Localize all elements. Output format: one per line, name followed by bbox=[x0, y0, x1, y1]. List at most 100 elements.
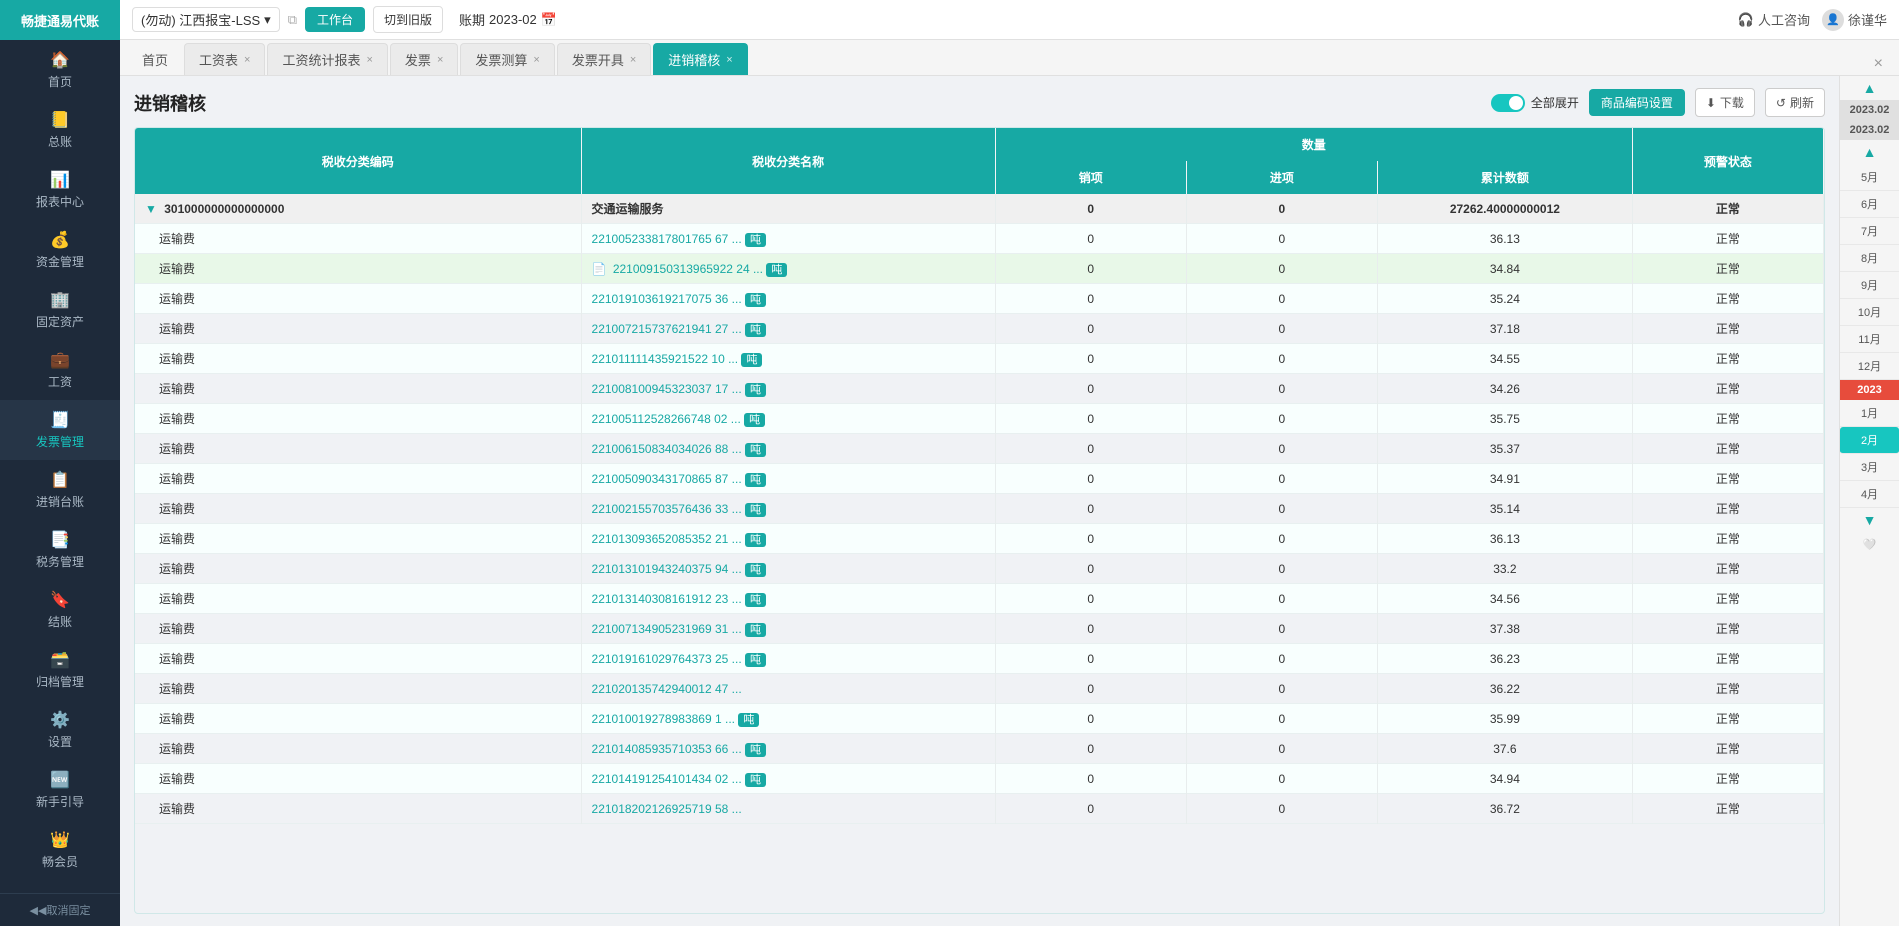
month-10[interactable]: 10月 bbox=[1840, 299, 1899, 326]
month-3[interactable]: 3月 bbox=[1840, 454, 1899, 481]
month-11[interactable]: 11月 bbox=[1840, 326, 1899, 353]
scroll-down-button[interactable]: ▼ bbox=[1840, 508, 1899, 532]
tab-invoice[interactable]: 发票 × bbox=[390, 43, 458, 75]
tab-invoice-open-close[interactable]: × bbox=[630, 54, 636, 66]
tab-salary-table-close[interactable]: × bbox=[244, 54, 250, 66]
tab-invoice-calc[interactable]: 发票测算 × bbox=[460, 43, 554, 75]
sidebar-item-home[interactable]: 🏠 首页 bbox=[0, 40, 120, 100]
copy-icon[interactable]: ⧉ bbox=[288, 12, 297, 28]
sidebar-item-capital[interactable]: 💰 资金管理 bbox=[0, 220, 120, 280]
month-1[interactable]: 1月 bbox=[1840, 400, 1899, 427]
tab-salary-report-close[interactable]: × bbox=[366, 54, 372, 66]
item-invoice-cell: 221019161029764373 25 ... 吨 bbox=[581, 644, 995, 674]
sidebar-item-salary[interactable]: 💼 工资 bbox=[0, 340, 120, 400]
tab-salary-report[interactable]: 工资统计报表 × bbox=[267, 43, 387, 75]
item-code-cell: 运输费 bbox=[135, 224, 581, 254]
calendar-icon[interactable]: 📅 bbox=[541, 12, 557, 28]
sidebar-item-member[interactable]: 👑 畅会员 bbox=[0, 820, 120, 880]
sidebar-item-archive[interactable]: 🗃️ 归档管理 bbox=[0, 640, 120, 700]
sidebar-item-invoice[interactable]: 🧾 发票管理 bbox=[0, 400, 120, 460]
sidebar-pin[interactable]: ◀◀ 取消固定 bbox=[0, 893, 120, 926]
sidebar-item-settings[interactable]: ⚙️ 设置 bbox=[0, 700, 120, 760]
item-total: 36.13 bbox=[1377, 224, 1632, 254]
unit-tag: 吨 bbox=[745, 293, 766, 307]
tab-reconcile-close[interactable]: × bbox=[726, 54, 732, 66]
refresh-button[interactable]: ↺ 刷新 bbox=[1765, 88, 1825, 117]
item-invoice-cell: 221002155703576436 33 ... 吨 bbox=[581, 494, 995, 524]
unit-tag: 吨 bbox=[745, 743, 766, 757]
table-row: 运输费 221019161029764373 25 ... 吨 0 0 36.2… bbox=[135, 644, 1824, 674]
tab-home[interactable]: 首页 bbox=[128, 44, 182, 75]
workbench-button[interactable]: 工作台 bbox=[305, 7, 365, 32]
year-2023-label[interactable]: 2023.02 bbox=[1840, 120, 1899, 140]
tab-invoice-close[interactable]: × bbox=[437, 54, 443, 66]
pin-text: 取消固定 bbox=[46, 902, 90, 918]
download-button[interactable]: ⬇ 下载 bbox=[1695, 88, 1755, 117]
sidebar-item-sales[interactable]: 📋 进销台账 bbox=[0, 460, 120, 520]
expand-toggle[interactable]: 全部展开 bbox=[1491, 94, 1579, 112]
scroll-up2-button[interactable]: ▲ bbox=[1840, 140, 1899, 164]
main-container: (勿动) 江西报宝-LSS ▾ ⧉ 工作台 切到旧版 账期 2023-02 📅 … bbox=[120, 0, 1899, 926]
unit-tag: 吨 bbox=[745, 323, 766, 337]
year-2023-section[interactable]: 2023 bbox=[1840, 380, 1899, 400]
period-value: 2023-02 bbox=[489, 12, 537, 27]
unit-tag: 吨 bbox=[738, 713, 759, 727]
month-7[interactable]: 7月 bbox=[1840, 218, 1899, 245]
item-total: 35.99 bbox=[1377, 704, 1632, 734]
month-12[interactable]: 12月 bbox=[1840, 353, 1899, 380]
download-icon: ⬇ bbox=[1706, 96, 1716, 110]
page-title: 进销稽核 bbox=[134, 90, 206, 116]
tab-invoice-open[interactable]: 发票开具 × bbox=[557, 43, 651, 75]
invoice-number: 221010019278983869 1 ... bbox=[592, 712, 735, 726]
toggle-label: 全部展开 bbox=[1531, 94, 1579, 111]
tab-salary-table-label: 工资表 bbox=[199, 50, 238, 69]
switch-version-button[interactable]: 切到旧版 bbox=[373, 6, 443, 33]
item-status: 正常 bbox=[1632, 434, 1823, 464]
sidebar-item-guide[interactable]: 🆕 新手引导 bbox=[0, 760, 120, 820]
toggle-track[interactable] bbox=[1491, 94, 1525, 112]
item-sales: 0 bbox=[995, 614, 1186, 644]
period-display: 账期 2023-02 📅 bbox=[459, 10, 557, 29]
item-invoice-cell: 221014191254101434 02 ... 吨 bbox=[581, 764, 995, 794]
help-button[interactable]: 🎧 人工咨询 bbox=[1738, 10, 1810, 29]
item-code-cell: 运输费 bbox=[135, 434, 581, 464]
settle-icon: 🔖 bbox=[50, 590, 70, 610]
period-label: 账期 bbox=[459, 10, 485, 29]
goods-code-button[interactable]: 商品编码设置 bbox=[1589, 89, 1685, 116]
item-code: 运输费 bbox=[159, 292, 195, 306]
sidebar-item-ledger[interactable]: 📒 总账 bbox=[0, 100, 120, 160]
sidebar-item-report[interactable]: 📊 报表中心 bbox=[0, 160, 120, 220]
month-9[interactable]: 9月 bbox=[1840, 272, 1899, 299]
year-2023-prev[interactable]: 2023.02 bbox=[1840, 100, 1899, 120]
company-selector[interactable]: (勿动) 江西报宝-LSS ▾ bbox=[132, 7, 280, 32]
invoice-number: 221002155703576436 33 ... bbox=[592, 502, 742, 516]
tab-reconcile[interactable]: 进销稽核 × bbox=[653, 43, 747, 75]
user-profile[interactable]: 👤 徐谨华 bbox=[1822, 9, 1887, 31]
month-2[interactable]: 2月 bbox=[1840, 427, 1899, 454]
item-purchase: 0 bbox=[1186, 434, 1377, 464]
tab-invoice-calc-close[interactable]: × bbox=[533, 54, 539, 66]
scroll-up-button[interactable]: ▲ bbox=[1840, 76, 1899, 100]
item-sales: 0 bbox=[995, 494, 1186, 524]
item-code: 运输费 bbox=[159, 532, 195, 546]
month-6[interactable]: 6月 bbox=[1840, 191, 1899, 218]
settings-icon: ⚙️ bbox=[50, 710, 70, 730]
sidebar-item-tax[interactable]: 📑 税务管理 bbox=[0, 520, 120, 580]
unit-tag: 吨 bbox=[745, 503, 766, 517]
month-8[interactable]: 8月 bbox=[1840, 245, 1899, 272]
item-sales: 0 bbox=[995, 554, 1186, 584]
item-sales: 0 bbox=[995, 344, 1186, 374]
month-4[interactable]: 4月 bbox=[1840, 481, 1899, 508]
tab-salary-table[interactable]: 工资表 × bbox=[184, 43, 265, 75]
item-invoice-cell: 221008100945323037 17 ... 吨 bbox=[581, 374, 995, 404]
col-header-name: 税收分类名称 bbox=[581, 128, 995, 194]
home-icon: 🏠 bbox=[50, 50, 70, 70]
item-sales: 0 bbox=[995, 794, 1186, 824]
item-purchase: 0 bbox=[1186, 614, 1377, 644]
expand-arrow[interactable]: ▼ bbox=[145, 202, 157, 216]
sidebar-item-settle[interactable]: 🔖 结账 bbox=[0, 580, 120, 640]
close-page-icon[interactable]: × bbox=[1866, 53, 1891, 75]
month-5[interactable]: 5月 bbox=[1840, 164, 1899, 191]
sidebar-item-assets[interactable]: 🏢 固定资产 bbox=[0, 280, 120, 340]
item-total: 34.56 bbox=[1377, 584, 1632, 614]
